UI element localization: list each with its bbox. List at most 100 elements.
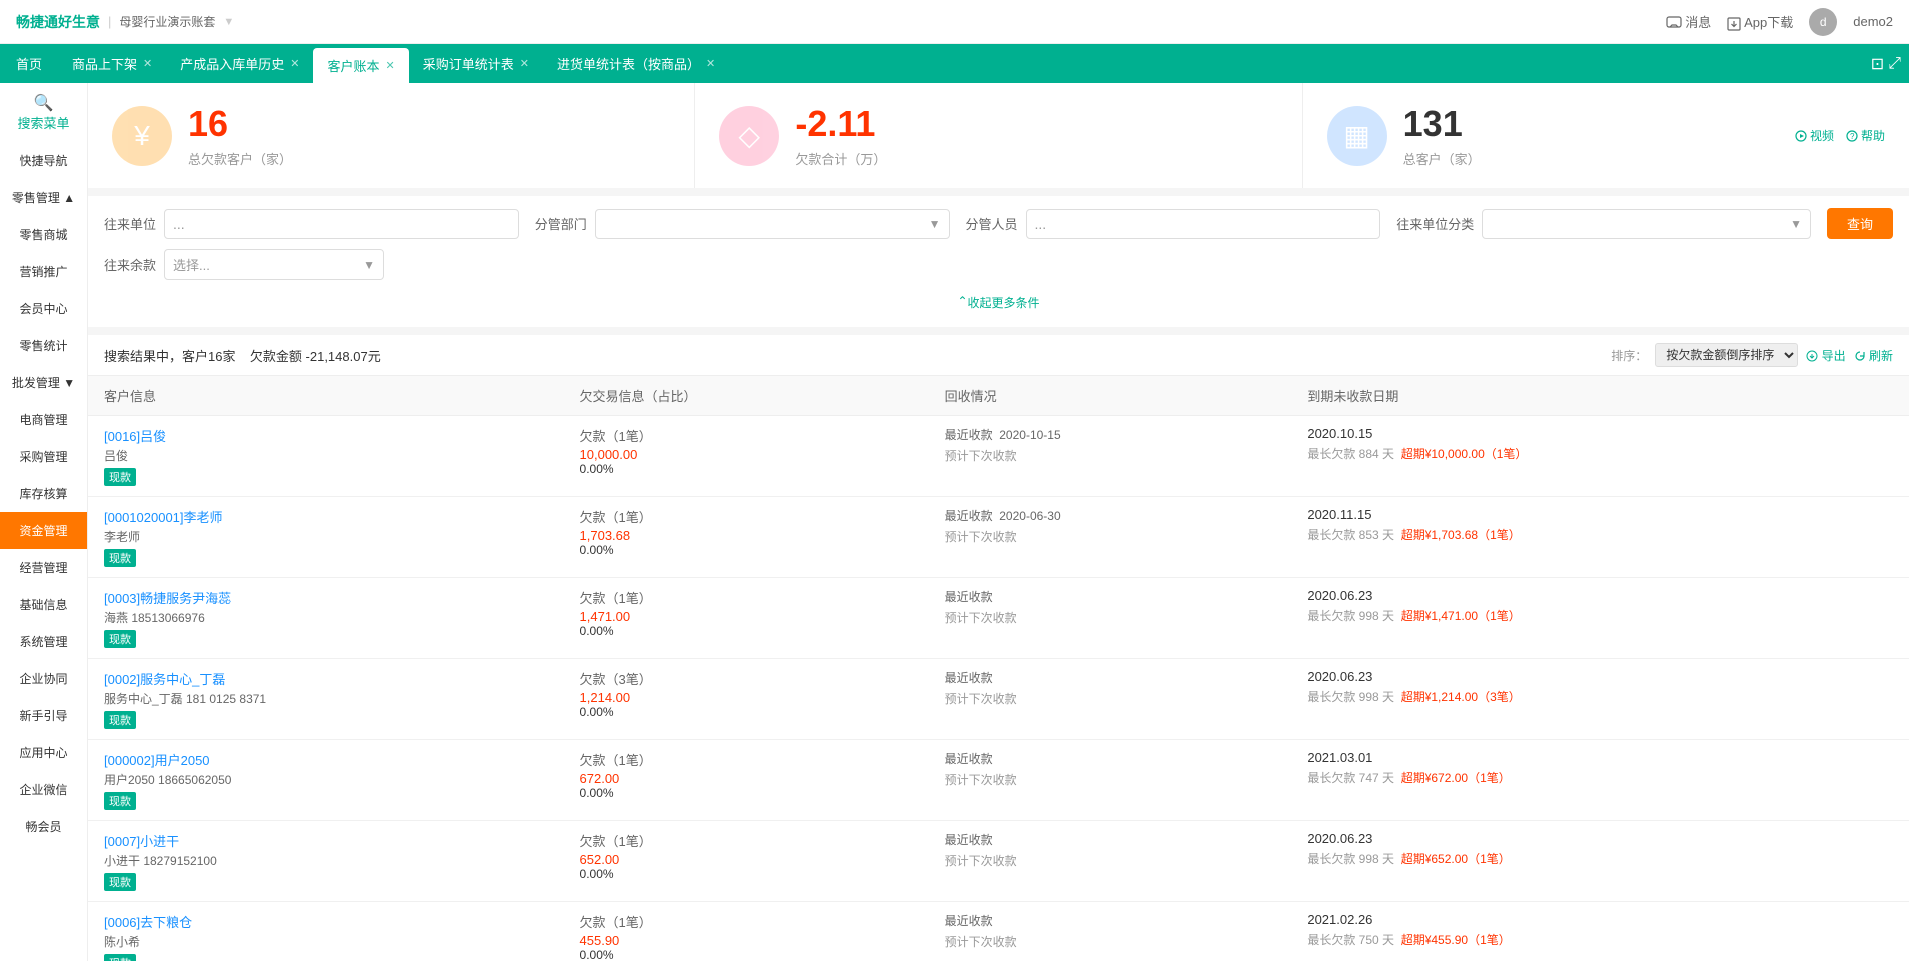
tab-purchase-goods-stats[interactable]: 进货单统计表（按商品） ✕: [543, 46, 729, 81]
sidebar-item-inventory[interactable]: 库存核算: [0, 475, 87, 512]
tab-customer-account[interactable]: 客户账本 ✕: [313, 48, 408, 83]
stat-label-total: 总客户（家）: [1403, 149, 1481, 168]
overdue-link-3[interactable]: 超期¥1,214.00（3笔）: [1401, 690, 1521, 704]
overdue-link-5[interactable]: 超期¥652.00（1笔）: [1401, 852, 1511, 866]
sidebar-item-app-center[interactable]: 应用中心: [0, 734, 87, 771]
due-detail-0: 最长欠款 884 天 超期¥10,000.00（1笔）: [1307, 445, 1893, 462]
repay-date-1: 最近收款 2020-06-30: [945, 507, 1276, 524]
stat-icon-money: ¥: [112, 106, 172, 166]
overdue-link-0[interactable]: 超期¥10,000.00（1笔）: [1401, 447, 1528, 461]
cell-due-2: 2020.06.23 最长欠款 998 天 超期¥1,471.00（1笔）: [1291, 578, 1909, 659]
sort-select[interactable]: 按欠款金额倒序排序: [1655, 343, 1798, 367]
tab-close-icon[interactable]: ✕: [290, 57, 299, 70]
filter-input-balance[interactable]: 选择... ▼: [164, 249, 384, 280]
cell-owe-2: 欠款（1笔） 1,471.00 0.00%: [564, 578, 929, 659]
sidebar-item-retail-stats[interactable]: 零售统计: [0, 327, 87, 364]
customer-name-6[interactable]: [0006]去下粮仓: [104, 912, 548, 931]
repay-next-6: 预计下次收款: [945, 933, 1276, 950]
sidebar-item-operation[interactable]: 经营管理: [0, 549, 87, 586]
top-bar-left: 畅捷通好生意 | 母婴行业演示账套 ▼: [16, 12, 234, 32]
cell-repay-5: 最近收款 预计下次收款: [929, 821, 1292, 902]
tab-close-icon[interactable]: ✕: [520, 57, 529, 70]
sidebar-item-member[interactable]: 会员中心: [0, 290, 87, 327]
tab-close-icon[interactable]: ✕: [706, 57, 715, 70]
filter-label-balance: 往来余款: [104, 255, 156, 274]
overdue-link-1[interactable]: 超期¥1,703.68（1笔）: [1401, 528, 1521, 542]
filter-input-unit[interactable]: ...: [164, 209, 519, 239]
sidebar-item-collab[interactable]: 企业协同: [0, 660, 87, 697]
customer-sub-6: 陈小希: [104, 933, 548, 950]
export-btn[interactable]: 导出: [1806, 347, 1845, 364]
customer-name-1[interactable]: [0001020001]李老师: [104, 507, 548, 526]
search-button[interactable]: 查询: [1827, 208, 1893, 239]
customer-name-0[interactable]: [0016]吕俊: [104, 426, 548, 445]
table-row: [0001020001]李老师 李老师 现款 欠款（1笔） 1,703.68 0…: [88, 497, 1909, 578]
filter-input-category[interactable]: ▼: [1482, 209, 1811, 239]
overdue-link-2[interactable]: 超期¥1,471.00（1笔）: [1401, 609, 1521, 623]
owe-label-2: 欠款（1笔）: [580, 588, 913, 607]
overdue-link-4[interactable]: 超期¥672.00（1笔）: [1401, 771, 1511, 785]
due-detail-6: 最长欠款 750 天 超期¥455.90（1笔）: [1307, 931, 1893, 948]
owe-label-5: 欠款（1笔）: [580, 831, 913, 850]
filter-input-dept[interactable]: ▼: [595, 209, 950, 239]
cell-customer-5: [0007]小进干 小进干 18279152100 现款: [88, 821, 564, 902]
cell-customer-6: [0006]去下粮仓 陈小希 现款: [88, 902, 564, 961]
tab-close-icon[interactable]: ✕: [386, 59, 395, 72]
tab-production-history[interactable]: 产成品入库单历史 ✕: [166, 46, 313, 81]
sidebar-item-purchase[interactable]: 采购管理: [0, 438, 87, 475]
repay-date-0: 最近收款 2020-10-15: [945, 426, 1276, 443]
refresh-btn[interactable]: 刷新: [1854, 347, 1893, 364]
stat-icon-building: ▦: [1327, 106, 1387, 166]
due-date-5: 2020.06.23: [1307, 831, 1893, 846]
overdue-link-6[interactable]: 超期¥455.90（1笔）: [1401, 933, 1511, 947]
tab-minimize-icon[interactable]: ⊡: [1871, 54, 1884, 74]
tab-maximize-icon[interactable]: ⤢: [1888, 55, 1901, 73]
tab-home[interactable]: 首页: [0, 46, 58, 81]
repay-date-2: 最近收款: [945, 588, 1276, 605]
table-row: [0007]小进干 小进干 18279152100 现款 欠款（1笔） 652.…: [88, 821, 1909, 902]
customer-name-2[interactable]: [0003]畅捷服务尹海蕊: [104, 588, 548, 607]
repay-date-6: 最近收款: [945, 912, 1276, 929]
customer-name-4[interactable]: [000002]用户2050: [104, 750, 548, 769]
help-btn[interactable]: ? 帮助: [1846, 127, 1885, 144]
customer-name-5[interactable]: [0007]小进干: [104, 831, 548, 850]
sidebar-item-wholesale-mgmt[interactable]: 批发管理 ▼: [0, 364, 87, 401]
filter-input-person[interactable]: ...: [1026, 209, 1381, 239]
stat-number-total: 131: [1403, 103, 1481, 145]
owe-amount-1: 1,703.68: [580, 528, 913, 543]
cell-repay-1: 最近收款 2020-06-30 预计下次收款: [929, 497, 1292, 578]
tab-purchase-stats[interactable]: 采购订单统计表 ✕: [409, 46, 543, 81]
sidebar-item-retail-mgmt[interactable]: 零售管理 ▲: [0, 179, 87, 216]
table-row: [0003]畅捷服务尹海蕊 海燕 18513066976 现款 欠款（1笔） 1…: [88, 578, 1909, 659]
collapse-row[interactable]: ⌃ 收起更多条件: [104, 290, 1893, 315]
owe-percent-4: 0.00%: [580, 786, 913, 800]
sidebar-item-finance[interactable]: 资金管理: [0, 512, 87, 549]
sidebar-item-marketing[interactable]: 营销推广: [0, 253, 87, 290]
sidebar-item-member2[interactable]: 畅会员: [0, 808, 87, 845]
filter-area: 往来单位 ... 分管部门 ▼ 分管人员 ...: [88, 196, 1909, 327]
tab-goods-listing[interactable]: 商品上下架 ✕: [58, 46, 166, 81]
cell-owe-6: 欠款（1笔） 455.90 0.00%: [564, 902, 929, 961]
tab-close-icon[interactable]: ✕: [143, 57, 152, 70]
sidebar-item-guide[interactable]: 新手引导: [0, 697, 87, 734]
stat-number-customers: 16: [188, 103, 292, 145]
filter-item-balance: 往来余款 选择... ▼: [104, 249, 384, 280]
sidebar-item-system[interactable]: 系统管理: [0, 623, 87, 660]
stat-info-customers: 16 总欠款客户（家）: [188, 103, 292, 168]
sidebar-item-ecommerce[interactable]: 电商管理: [0, 401, 87, 438]
sidebar-item-retail-store[interactable]: 零售商城: [0, 216, 87, 253]
owe-amount-6: 455.90: [580, 933, 913, 948]
repay-next-0: 预计下次收款: [945, 447, 1276, 464]
sidebar-item-wechat[interactable]: 企业微信: [0, 771, 87, 808]
due-date-4: 2021.03.01: [1307, 750, 1893, 765]
message-btn[interactable]: 消息: [1666, 12, 1712, 32]
customer-name-3[interactable]: [0002]服务中心_丁磊: [104, 669, 548, 688]
sidebar-item-quick-nav[interactable]: 快捷导航: [0, 142, 87, 179]
video-btn[interactable]: 视频: [1795, 127, 1834, 144]
sidebar-item-basic-info[interactable]: 基础信息: [0, 586, 87, 623]
sidebar-search[interactable]: 🔍 搜索菜单: [0, 83, 87, 142]
repay-date-3: 最近收款: [945, 669, 1276, 686]
cell-owe-1: 欠款（1笔） 1,703.68 0.00%: [564, 497, 929, 578]
owe-percent-2: 0.00%: [580, 624, 913, 638]
app-download-btn[interactable]: App下载: [1727, 12, 1793, 31]
